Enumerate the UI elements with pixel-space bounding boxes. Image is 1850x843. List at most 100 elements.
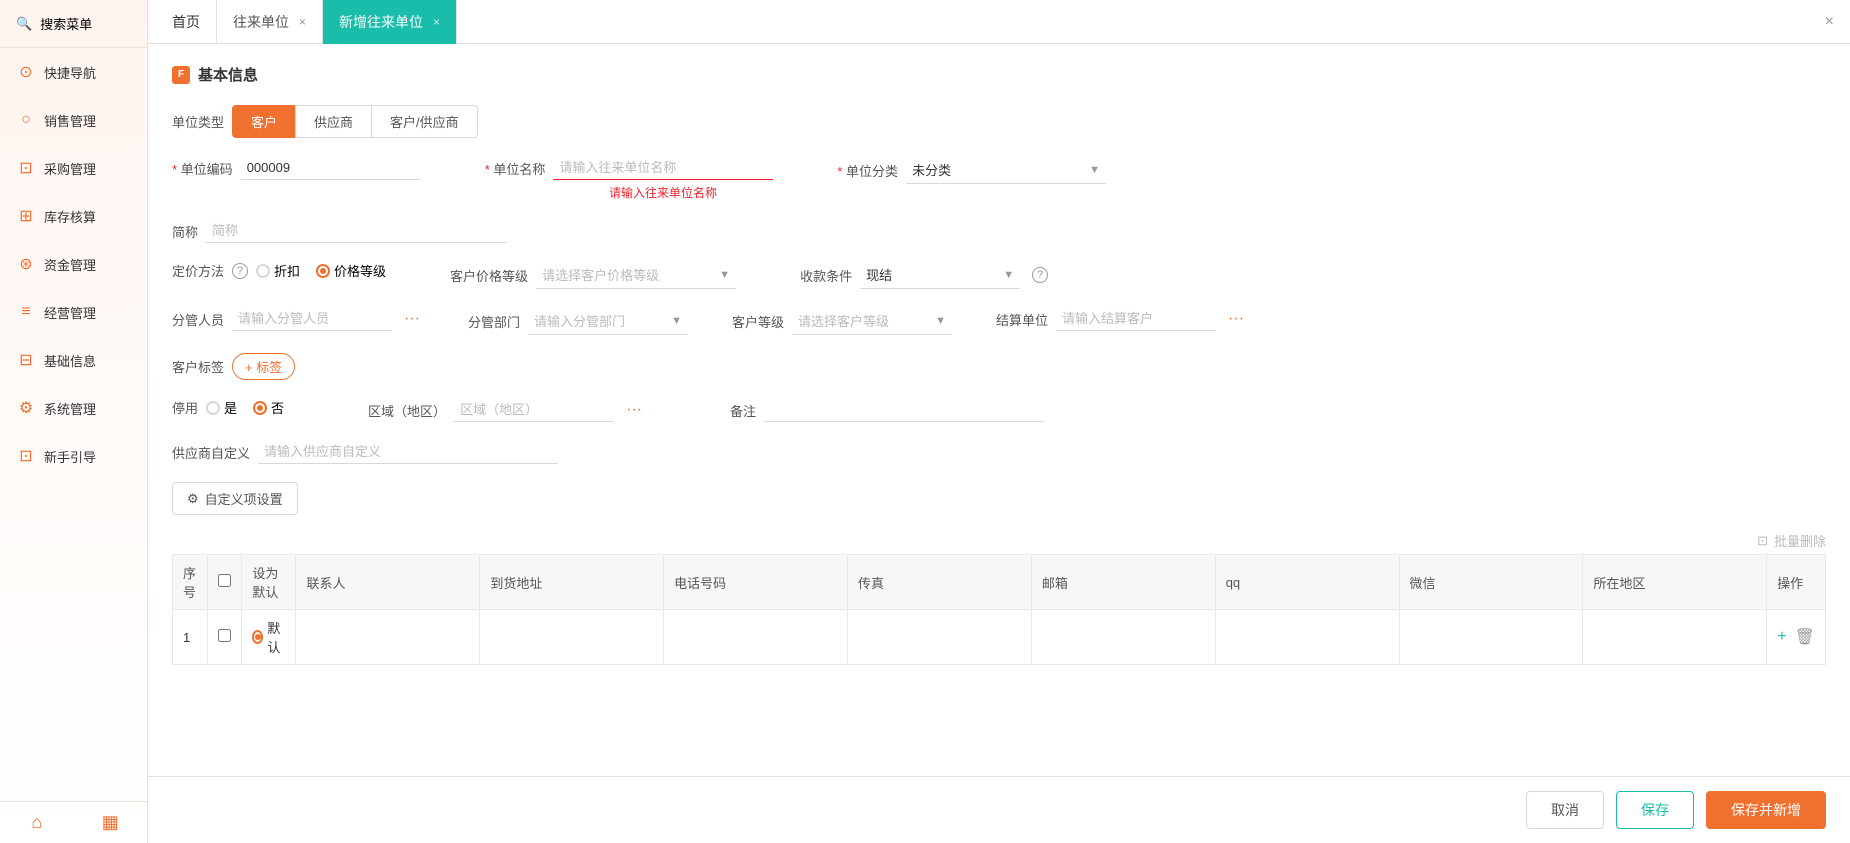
sidebar-menu-btn[interactable]: ▦ (74, 802, 148, 843)
payment-terms-help[interactable]: ? (1032, 267, 1048, 283)
sidebar-search[interactable]: 🔍 搜索菜单 (0, 0, 147, 48)
manager-input[interactable] (232, 307, 392, 331)
type-btn-both[interactable]: 客户/供应商 (371, 105, 478, 138)
tab-new-partner[interactable]: 新增往来单位 × (323, 0, 457, 44)
th-email: 邮箱 (1031, 555, 1215, 610)
sidebar-item-guide[interactable]: ⊡ 新手引导 (0, 432, 147, 480)
th-qq: qq (1215, 555, 1399, 610)
supplier-custom-input[interactable] (258, 440, 558, 464)
sidebar-guide-label: 新手引导 (44, 447, 96, 466)
pricing-method-help[interactable]: ? (232, 263, 248, 279)
remark-input[interactable] (764, 398, 1044, 422)
table-body: 1 默认 (173, 610, 1826, 665)
save-button[interactable]: 保存 (1616, 791, 1694, 829)
customer-price-label: 客户价格等级 (450, 266, 528, 285)
pricing-radio-level[interactable]: 价格等级 (316, 261, 386, 280)
table-row: 1 默认 (173, 610, 1826, 665)
sidebar-item-finance[interactable]: ⊛ 资金管理 (0, 240, 147, 288)
row-region-input[interactable] (1593, 626, 1756, 649)
dept-select[interactable]: 请输入分管部门 ▼ (528, 307, 688, 335)
sidebar-item-sales[interactable]: ○ 销售管理 (0, 96, 147, 144)
region-more-btn[interactable]: ··· (622, 401, 646, 419)
payment-terms-value: 现结 (866, 265, 892, 284)
customer-level-select[interactable]: 请选择客户等级 ▼ (792, 307, 952, 335)
row-checkbox-input[interactable] (218, 629, 231, 642)
unit-category-select[interactable]: 未分类 ▼ (906, 156, 1106, 184)
customer-price-select[interactable]: 请选择客户价格等级 ▼ (536, 261, 736, 289)
region-label: 区域（地区） (368, 401, 446, 420)
unit-name-error: 请输入往来单位名称 (609, 184, 717, 201)
type-btn-supplier[interactable]: 供应商 (295, 105, 371, 138)
sidebar-inventory-label: 库存核算 (44, 207, 96, 226)
payment-terms-chevron: ▼ (1003, 269, 1014, 281)
row-checkbox (208, 610, 242, 665)
supplier-custom-group: 供应商自定义 (172, 440, 558, 464)
tag-add-btn[interactable]: + 标签 (232, 353, 295, 380)
disabled-radio-no[interactable]: 否 (253, 398, 284, 417)
settlement-input[interactable] (1056, 307, 1216, 331)
cancel-button[interactable]: 取消 (1526, 791, 1604, 829)
pricing-method-label: 定价方法 (172, 261, 224, 280)
batch-delete-icon: ⊡ (1757, 533, 1768, 549)
region-group: 区域（地区） ··· (368, 398, 646, 422)
unit-name-input[interactable] (553, 156, 773, 180)
row-add-btn[interactable]: + (1777, 628, 1786, 646)
manager-group: 分管人员 ··· (172, 307, 424, 331)
row-seq: 1 (173, 610, 208, 665)
tag-label: 客户标签 (172, 357, 224, 376)
region-input[interactable] (454, 398, 614, 422)
sidebar-item-basic[interactable]: ⊟ 基础信息 (0, 336, 147, 384)
row-wechat-input[interactable] (1410, 626, 1573, 649)
abbr-input[interactable] (206, 219, 506, 243)
payment-terms-group: 收款条件 现结 ▼ ? (800, 261, 1048, 289)
sidebar-item-nav[interactable]: ⊙ 快捷导航 (0, 48, 147, 96)
row-address-input[interactable] (490, 626, 653, 649)
supplier-custom-row: 供应商自定义 (172, 440, 1826, 464)
row-region (1583, 610, 1767, 665)
close-all-btn[interactable]: × (1817, 9, 1842, 35)
sidebar-home-btn[interactable]: ⌂ (0, 802, 74, 843)
tag-group: 客户标签 + 标签 (172, 353, 295, 380)
sidebar-system-label: 系统管理 (44, 399, 96, 418)
manager-more-btn[interactable]: ··· (400, 310, 424, 328)
sidebar-item-inventory[interactable]: ⊞ 库存核算 (0, 192, 147, 240)
tab-new-partner-close[interactable]: × (433, 15, 440, 29)
save-new-button[interactable]: 保存并新增 (1706, 791, 1826, 829)
row-del-btn[interactable]: 🗑 (1795, 627, 1815, 647)
disabled-radio-yes[interactable]: 是 (206, 398, 237, 417)
sidebar-bottom: ⌂ ▦ (0, 801, 147, 843)
pricing-radio-level-circle (316, 264, 330, 278)
remark-label: 备注 (730, 401, 756, 420)
pricing-radio-group: 折扣 价格等级 (256, 261, 386, 280)
batch-delete-label[interactable]: 批量删除 (1774, 531, 1826, 550)
tab-new-partner-label: 新增往来单位 (339, 12, 423, 32)
settlement-more-btn[interactable]: ··· (1224, 310, 1248, 328)
disabled-row: 停用 是 否 区域（地区） ··· 备注 (172, 398, 1826, 422)
row-fax-input[interactable] (858, 626, 1021, 649)
row-contact-input[interactable] (306, 626, 469, 649)
row-qq-input[interactable] (1226, 626, 1389, 649)
row-phone-input[interactable] (674, 626, 837, 649)
row-email-input[interactable] (1042, 626, 1205, 649)
tab-partner-close[interactable]: × (299, 15, 306, 29)
select-all-checkbox[interactable] (218, 574, 231, 587)
pricing-radio-level-label: 价格等级 (334, 261, 386, 280)
type-btn-customer[interactable]: 客户 (232, 105, 295, 138)
payment-terms-select[interactable]: 现结 ▼ (860, 261, 1020, 289)
nav-icon: ⊙ (16, 62, 36, 82)
sidebar-item-system[interactable]: ⚙ 系统管理 (0, 384, 147, 432)
unit-code-input[interactable] (241, 156, 421, 180)
sidebar-item-purchase[interactable]: ⊡ 采购管理 (0, 144, 147, 192)
unit-type-btn-group: 客户 供应商 客户/供应商 (232, 105, 478, 138)
disabled-label: 停用 (172, 398, 198, 417)
th-checkbox (208, 555, 242, 610)
sidebar-item-operations[interactable]: ≡ 经营管理 (0, 288, 147, 336)
tab-partner[interactable]: 往来单位 × (217, 0, 323, 44)
pricing-radio-discount[interactable]: 折扣 (256, 261, 300, 280)
finance-icon: ⊛ (16, 254, 36, 274)
tab-home[interactable]: 首页 (156, 0, 217, 44)
disabled-radio-no-circle (253, 401, 267, 415)
section-header: F 基本信息 (172, 64, 1826, 85)
remark-group: 备注 (730, 398, 1044, 422)
custom-settings-btn[interactable]: ⚙ 自定义项设置 (172, 482, 298, 515)
